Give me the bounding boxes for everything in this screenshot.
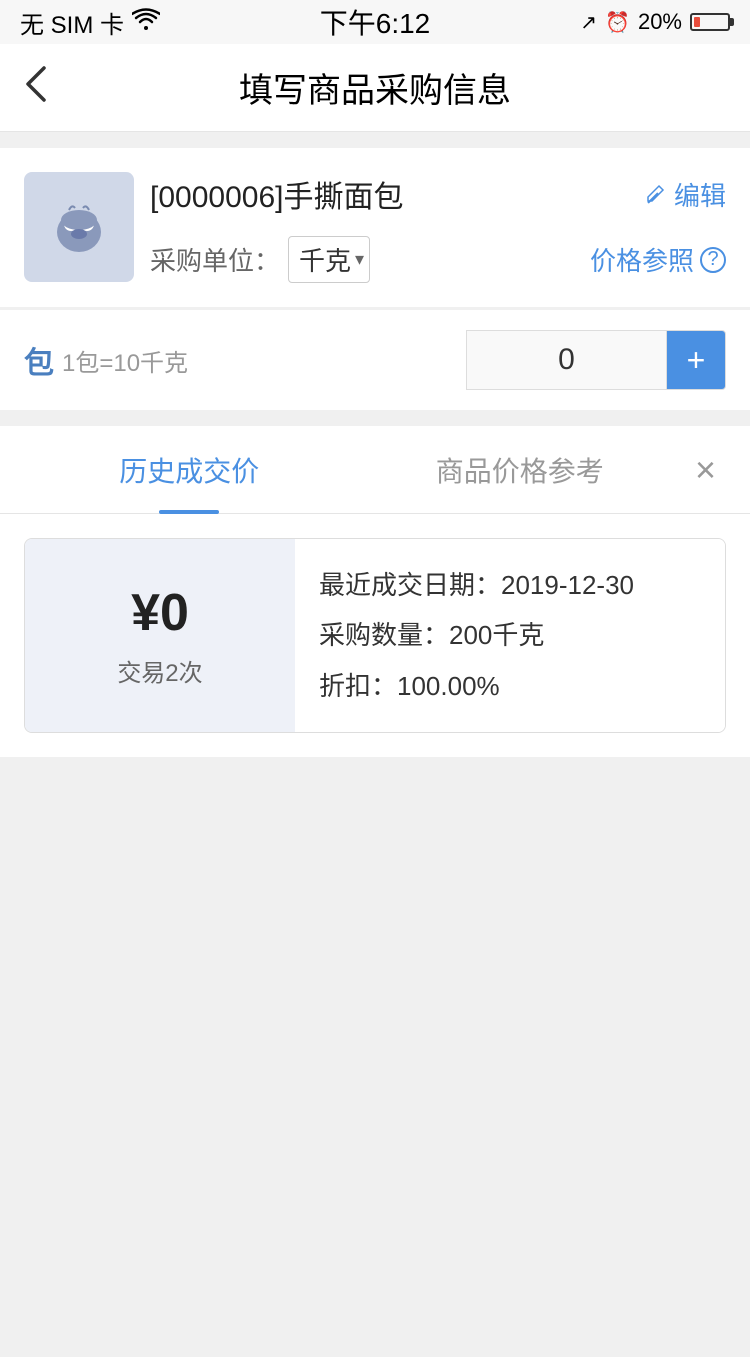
page-title: 填写商品采购信息 [239,63,511,112]
location-icon: ↗ [580,10,597,35]
tabs-header: 历史成交价 商品价格参考 × [0,426,750,514]
page-background [0,757,750,1357]
quantity-section: 包 1包=10千克 0 + [0,309,750,410]
unit-select-wrapper[interactable]: 千克 [288,236,370,283]
price-summary-left: ¥0 交易2次 [25,539,295,732]
discount-row: 折扣：100.00% [319,668,701,704]
product-thumbnail [24,172,134,282]
product-unit-row: 采购单位： 千克 价格参照 ? [150,236,726,283]
unit-label: 采购单位： 千克 [150,236,370,283]
product-info: [0000006]手撕面包 编辑 采购单位： 千克 价格参照 ? [150,172,726,283]
tab-product-price-ref-label: 商品价格参考 [436,450,604,490]
tab-active-indicator [159,510,219,514]
tab-close-button[interactable]: × [685,452,726,488]
tab-history-price-label: 历史成交价 [119,450,259,490]
price-card: ¥0 交易2次 最近成交日期：2019-12-30 采购数量：200千克 折扣：… [24,538,726,733]
price-transactions: 交易2次 [117,653,202,688]
pack-ratio-label: 1包=10千克 [62,343,188,378]
carrier-text: 无 SIM 卡 [20,5,124,40]
wifi-icon [132,8,160,37]
product-header: [0000006]手撕面包 编辑 [150,172,726,216]
qty-label: 包 1包=10千克 [24,338,466,382]
tabs-section: 历史成交价 商品价格参考 × ¥0 交易2次 最近成交日期：2019-12-30… [0,426,750,757]
product-card: [0000006]手撕面包 编辑 采购单位： 千克 价格参照 ? [0,148,750,307]
quantity-row: 采购数量：200千克 [319,617,701,653]
alarm-icon: ⏰ [605,10,630,35]
tab-history-price[interactable]: 历史成交价 [24,426,354,514]
price-content: ¥0 交易2次 最近成交日期：2019-12-30 采购数量：200千克 折扣：… [0,514,750,757]
unit-pack-icon: 包 [24,338,54,382]
tab-product-price-ref[interactable]: 商品价格参考 [354,426,684,514]
back-button[interactable] [24,64,48,111]
price-amount: ¥0 [131,583,189,643]
qty-controls: 0 + [466,330,726,390]
battery-icon [690,13,730,31]
qty-plus-button[interactable]: + [666,330,726,390]
recent-date-row: 最近成交日期：2019-12-30 [319,567,701,603]
unit-select[interactable]: 千克 [288,236,370,283]
price-details-right: 最近成交日期：2019-12-30 采购数量：200千克 折扣：100.00% [295,539,725,732]
status-left: 无 SIM 卡 [20,5,160,40]
product-name: [0000006]手撕面包 [150,172,403,216]
quantity-input[interactable]: 0 [466,330,666,390]
price-ref-button[interactable]: 价格参照 ? [590,241,726,278]
help-icon: ? [700,247,726,273]
nav-bar: 填写商品采购信息 [0,44,750,132]
status-bar: 无 SIM 卡 下午6:12 ↗ ⏰ 20% [0,0,750,44]
status-right: ↗ ⏰ 20% [580,9,730,35]
battery-fill [694,17,700,27]
edit-button[interactable]: 编辑 [644,176,726,213]
status-time: 下午6:12 [320,2,431,42]
battery-percent: 20% [638,9,682,35]
